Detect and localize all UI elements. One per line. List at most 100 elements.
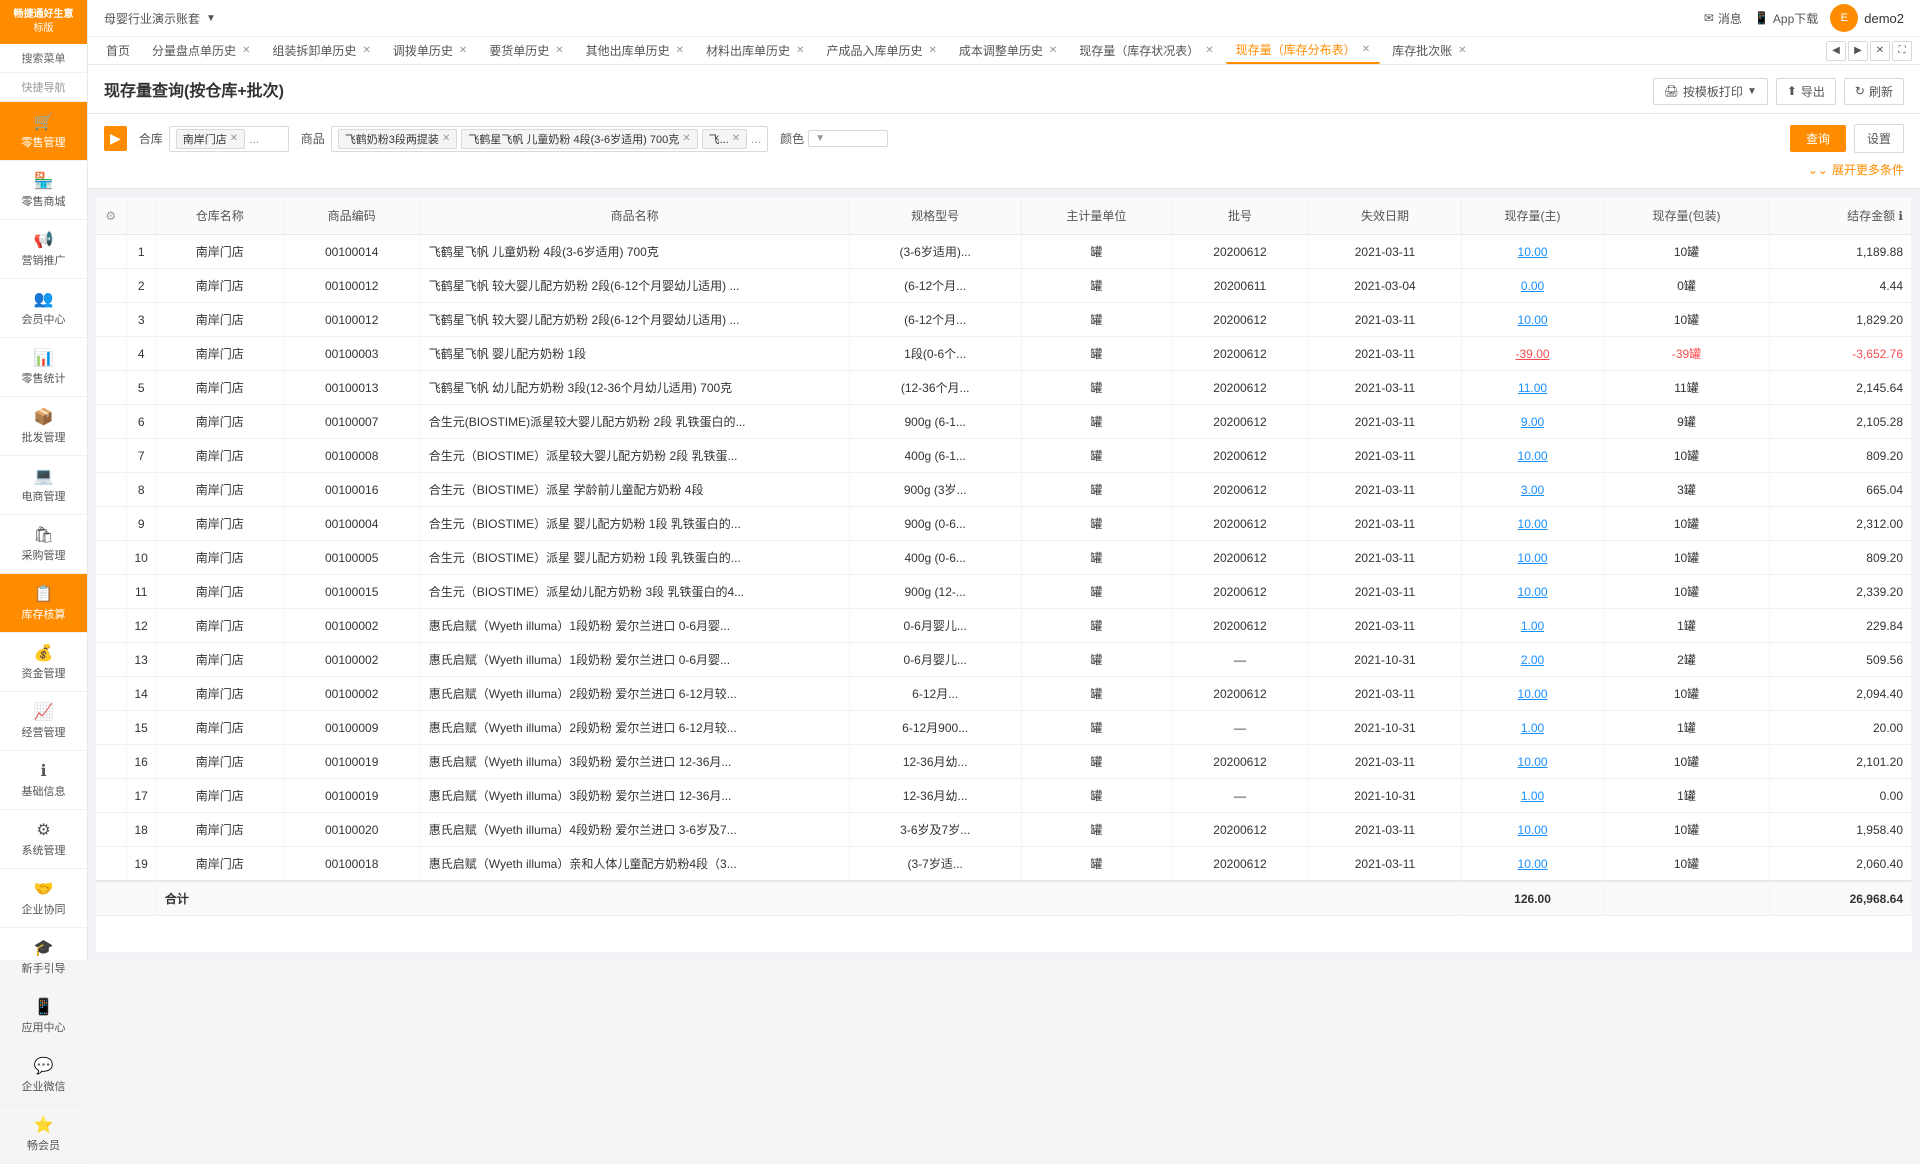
sidebar-item-basic[interactable]: ℹ 基础信息 [0, 751, 87, 810]
cell-code: 00100003 [283, 337, 420, 371]
sidebar-item-purchase[interactable]: 🛍 采购管理 [0, 515, 87, 574]
account-dropdown[interactable]: 母婴行业演示账套 ▼ [104, 10, 216, 27]
cell-stock-main[interactable]: 1.00 [1461, 609, 1603, 643]
cell-spec: 3-6岁及7岁... [849, 813, 1021, 847]
tab-close-icon[interactable]: ✕ [242, 45, 250, 56]
footer-stock: 126.00 [1461, 881, 1603, 916]
sidebar-item-guide[interactable]: 🎓 新手引导 [0, 928, 87, 987]
app-logo[interactable]: 畅捷通好生意 标版 [0, 0, 87, 44]
tab-prev-btn[interactable]: ◀ [1826, 41, 1846, 61]
column-settings-icon[interactable]: ⚙ [105, 209, 116, 223]
filter-expand-btn[interactable]: ▶ [104, 126, 127, 151]
cell-stock-main[interactable]: 1.00 [1461, 779, 1603, 813]
user-area[interactable]: E demo2 [1830, 4, 1904, 32]
cell-stock-main[interactable]: 1.00 [1461, 711, 1603, 745]
cell-warehouse: 南岸门店 [156, 235, 283, 269]
cell-stock-main[interactable]: 9.00 [1461, 405, 1603, 439]
cell-stock-main[interactable]: 10.00 [1461, 745, 1603, 779]
tab-maximize-btn[interactable]: ⛶ [1892, 41, 1912, 61]
cell-stock-main[interactable]: 0.00 [1461, 269, 1603, 303]
cell-stock-main[interactable]: 10.00 [1461, 847, 1603, 882]
settings-btn[interactable]: 设置 [1854, 124, 1904, 153]
app-download-btn[interactable]: 📱 App下载 [1754, 10, 1818, 27]
cell-name: 合生元（BIOSTIME）派星 婴儿配方奶粉 1段 乳铁蛋白的... [420, 507, 849, 541]
sidebar-item-operations[interactable]: 📈 经营管理 [0, 692, 87, 751]
sidebar-item-vip[interactable]: ⭐ 畅会员 [0, 1105, 87, 1164]
cell-settings [96, 235, 126, 269]
tab-close-icon[interactable]: ✕ [1362, 44, 1370, 55]
sidebar-item-enterprise[interactable]: 🤝 企业协同 [0, 869, 87, 928]
sidebar-item-retail[interactable]: 🛒 零售管理 [0, 102, 87, 161]
tab-close-icon[interactable]: ✕ [362, 45, 370, 56]
cell-stock-main[interactable]: 3.00 [1461, 473, 1603, 507]
tab-inventory-status[interactable]: 现存量（库存状况表） ✕ [1069, 38, 1223, 63]
tab-close-all-btn[interactable]: ✕ [1870, 41, 1890, 61]
sidebar-item-wholesale[interactable]: 📦 批发管理 [0, 397, 87, 456]
expand-more-btn[interactable]: ⌄⌄ 展开更多条件 [1808, 161, 1904, 178]
tab-inventory-dist[interactable]: 现存量（库存分布表） ✕ [1226, 37, 1380, 64]
tab-close-icon[interactable]: ✕ [1458, 45, 1466, 56]
sidebar-item-inventory[interactable]: 📋 库存核算 [0, 574, 87, 633]
sidebar-item-wechat[interactable]: 💬 企业微信 [0, 1046, 87, 1105]
message-btn[interactable]: ✉ 消息 [1704, 10, 1742, 27]
warehouse-tag-container[interactable]: 南岸门店 ✕ ... [169, 126, 289, 152]
cell-stock-main[interactable]: 11.00 [1461, 371, 1603, 405]
product-tag-close-3[interactable]: ✕ [732, 133, 740, 144]
tab-close-icon[interactable]: ✕ [555, 45, 563, 56]
print-template-btn[interactable]: 🖨 按模板打印 ▼ [1653, 78, 1768, 105]
cell-stock-pkg: 1罐 [1604, 711, 1770, 745]
cell-batch: 20200611 [1171, 269, 1308, 303]
cell-stock-main[interactable]: 10.00 [1461, 507, 1603, 541]
tab-requisition[interactable]: 要货单历史 ✕ [479, 38, 573, 63]
sidebar-item-member[interactable]: 👥 会员中心 [0, 279, 87, 338]
cell-stock-main[interactable]: 2.00 [1461, 643, 1603, 677]
sidebar-item-system[interactable]: ⚙ 系统管理 [0, 810, 87, 869]
cell-stock-main[interactable]: -39.00 [1461, 337, 1603, 371]
warehouse-tag-close[interactable]: ✕ [230, 133, 238, 144]
tab-close-icon[interactable]: ✕ [928, 45, 936, 56]
cell-stock-main[interactable]: 10.00 [1461, 235, 1603, 269]
sidebar-item-appstore[interactable]: 📱 应用中心 [0, 987, 87, 1046]
export-btn[interactable]: ⬆ 导出 [1776, 78, 1836, 105]
cell-settings [96, 507, 126, 541]
color-tag-container[interactable]: ▼ [808, 130, 888, 147]
cell-stock-main[interactable]: 10.00 [1461, 677, 1603, 711]
refresh-btn[interactable]: ↻ 刷新 [1844, 78, 1904, 105]
tab-material-out[interactable]: 材料出库单历史 ✕ [696, 38, 814, 63]
tab-cost-adjust[interactable]: 成本调整单历史 ✕ [949, 38, 1067, 63]
tab-close-icon[interactable]: ✕ [1205, 45, 1213, 56]
tab-product-in[interactable]: 产成品入库单历史 ✕ [816, 38, 946, 63]
cell-stock-main[interactable]: 10.00 [1461, 439, 1603, 473]
tab-home[interactable]: 首页 [96, 38, 140, 63]
sidebar-item-retail-shop[interactable]: 🏪 零售商城 [0, 161, 87, 220]
cell-stock-pkg: 10罐 [1604, 541, 1770, 575]
tab-close-icon[interactable]: ✕ [796, 45, 804, 56]
cell-name: 飞鹤星飞帆 较大婴儿配方奶粉 2段(6-12个月婴幼儿适用) ... [420, 303, 849, 337]
tab-close-icon[interactable]: ✕ [676, 45, 684, 56]
sidebar-item-retail-stats[interactable]: 📊 零售统计 [0, 338, 87, 397]
product-tag-container[interactable]: 飞鹤奶粉3段两提装 ✕ 飞鹤星飞帆 儿童奶粉 4段(3-6岁适用) 700克 ✕… [331, 126, 768, 152]
cell-stock-main[interactable]: 10.00 [1461, 813, 1603, 847]
tab-next-btn[interactable]: ▶ [1848, 41, 1868, 61]
product-tag-close-2[interactable]: ✕ [682, 133, 690, 144]
th-settings[interactable]: ⚙ [96, 197, 126, 235]
query-btn[interactable]: 查询 [1790, 125, 1846, 152]
table-row: 15 南岸门店 00100009 惠氏启赋（Wyeth illuma）2段奶粉 … [96, 711, 1912, 745]
sidebar-item-marketing[interactable]: 📢 营销推广 [0, 220, 87, 279]
th-product-code: 商品编码 [283, 197, 420, 235]
tab-close-icon[interactable]: ✕ [459, 45, 467, 56]
product-tag-close-1[interactable]: ✕ [442, 133, 450, 144]
cell-stock-main[interactable]: 10.00 [1461, 541, 1603, 575]
tab-other-out[interactable]: 其他出库单历史 ✕ [576, 38, 694, 63]
tab-mix[interactable]: 调拨单历史 ✕ [383, 38, 477, 63]
tab-close-icon[interactable]: ✕ [1049, 45, 1057, 56]
sidebar-item-ecommerce[interactable]: 💻 电商管理 [0, 456, 87, 515]
sidebar-search[interactable]: 搜索菜单 [0, 44, 87, 73]
cell-stock-main[interactable]: 10.00 [1461, 303, 1603, 337]
sidebar-item-finance[interactable]: 💰 资金管理 [0, 633, 87, 692]
quick-nav[interactable]: 快捷导航 [0, 73, 87, 102]
tab-batch-voucher[interactable]: 库存批次账 ✕ [1382, 38, 1476, 63]
cell-stock-main[interactable]: 10.00 [1461, 575, 1603, 609]
tab-disassemble[interactable]: 组装拆卸单历史 ✕ [262, 38, 380, 63]
tab-split-inventory[interactable]: 分量盘点单历史 ✕ [142, 38, 260, 63]
